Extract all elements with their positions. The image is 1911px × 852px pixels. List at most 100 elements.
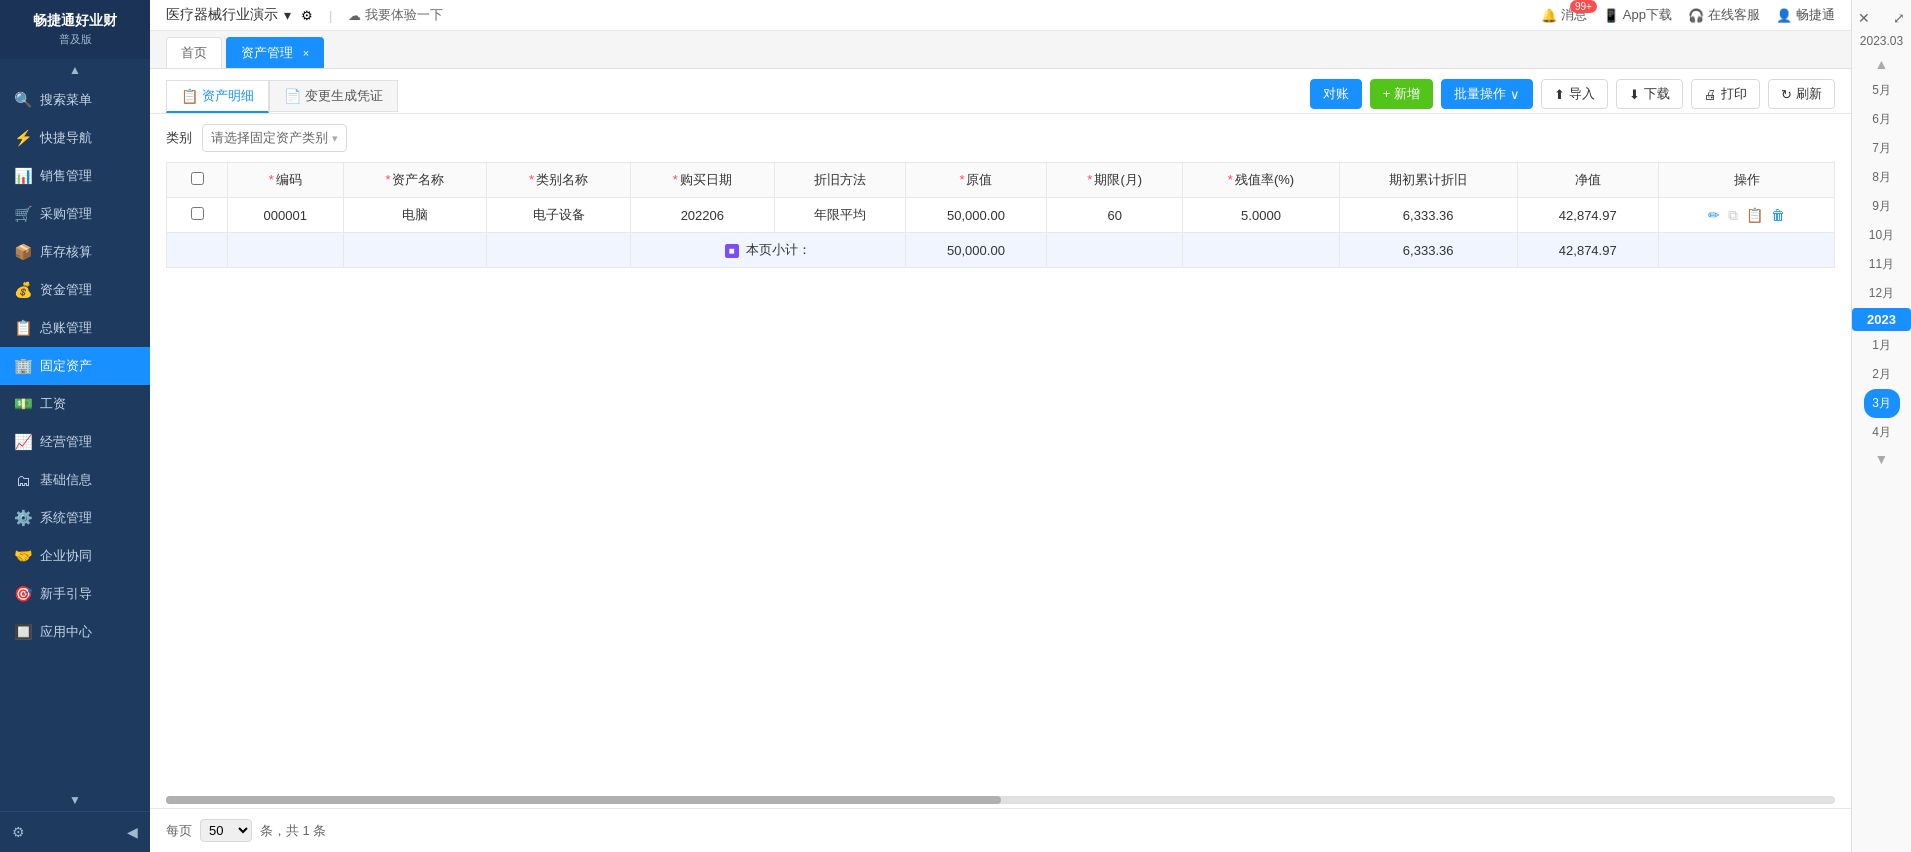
download-btn[interactable]: ⬇ 下载 <box>1616 79 1683 109</box>
import-icon: ⬆ <box>1554 87 1565 102</box>
sidebar-item-sales[interactable]: 📊 销售管理 <box>0 157 150 195</box>
row-select-checkbox[interactable] <box>191 207 204 220</box>
right-panel-expand-btn[interactable]: ⤢ <box>1893 10 1905 26</box>
month-item[interactable]: 4月 <box>1852 418 1911 447</box>
sidebar-item-label: 系统管理 <box>40 509 92 527</box>
sidebar-item-ledger[interactable]: 📋 总账管理 <box>0 309 150 347</box>
duplicate-icon[interactable]: 📋 <box>1746 207 1763 224</box>
row-period: 60 <box>1047 198 1183 233</box>
sidebar-item-purchase[interactable]: 🛒 采购管理 <box>0 195 150 233</box>
month-item[interactable]: 1月 <box>1852 331 1911 360</box>
month-item[interactable]: 12月 <box>1852 279 1911 308</box>
new-btn[interactable]: + 新增 <box>1370 79 1433 109</box>
topbar: 医疗器械行业演示 ▾ ⚙ | ☁ 我要体验一下 🔔 消息 99+ 📱 App下载… <box>150 0 1851 31</box>
sidebar-item-app-center[interactable]: 🔲 应用中心 <box>0 613 150 651</box>
notifications-btn[interactable]: 🔔 消息 99+ <box>1541 6 1587 24</box>
category-dropdown-icon: ▾ <box>332 132 338 145</box>
sidebar-item-enterprise[interactable]: 🤝 企业协同 <box>0 537 150 575</box>
settings-icon[interactable]: ⚙ <box>8 820 29 844</box>
sidebar-item-search[interactable]: 🔍 搜索菜单 <box>0 81 150 119</box>
funds-icon: 💰 <box>14 281 32 299</box>
sidebar-logo: 畅捷通好业财 普及版 <box>0 0 150 59</box>
tab-close-btn[interactable]: × <box>303 47 309 59</box>
total-label: 条，共 1 条 <box>260 822 326 840</box>
col-original-value: *原值 <box>905 163 1047 198</box>
sidebar-item-system[interactable]: ⚙️ 系统管理 <box>0 499 150 537</box>
scrollbar-thumb[interactable] <box>166 796 1001 804</box>
username-label: 畅捷通 <box>1796 6 1835 24</box>
delete-icon[interactable]: 🗑 <box>1771 207 1785 224</box>
app-center-icon: 🔲 <box>14 623 32 641</box>
refresh-icon: ↻ <box>1781 87 1792 102</box>
demo-link[interactable]: ☁ 我要体验一下 <box>348 6 443 24</box>
app-download-btn[interactable]: 📱 App下载 <box>1603 6 1672 24</box>
col-period-depreciation: 期初累计折旧 <box>1339 163 1517 198</box>
salary-icon: 💵 <box>14 395 32 413</box>
sidebar-item-operations[interactable]: 📈 经营管理 <box>0 423 150 461</box>
sidebar-item-salary[interactable]: 💵 工资 <box>0 385 150 423</box>
print-btn[interactable]: 🖨 打印 <box>1691 79 1760 109</box>
sidebar-item-guide[interactable]: 🎯 新手引导 <box>0 575 150 613</box>
print-label: 打印 <box>1721 85 1747 103</box>
month-item[interactable]: 5月 <box>1852 76 1911 105</box>
per-page-select[interactable]: 50 100 200 <box>200 819 252 842</box>
content-area: 📋 资产明细 📄 变更生成凭证 对账 + 新增 批量操作 ∨ ⬆ 导入 <box>150 69 1851 852</box>
sidebar-item-inventory[interactable]: 📦 库存核算 <box>0 233 150 271</box>
settings-gear-icon[interactable]: ⚙ <box>301 8 313 23</box>
col-depreciation-method: 折旧方法 <box>774 163 905 198</box>
sidebar-scroll-down[interactable]: ▼ <box>0 789 150 811</box>
month-scroll-down[interactable]: ▼ <box>1871 447 1893 471</box>
sub-tab-voucher-gen-label: 变更生成凭证 <box>305 87 383 105</box>
tab-home[interactable]: 首页 <box>166 37 222 68</box>
refresh-btn[interactable]: ↻ 刷新 <box>1768 79 1835 109</box>
category-select[interactable]: 请选择固定资产类别 ▾ <box>202 124 347 152</box>
sidebar-item-fixed-assets[interactable]: 🏢 固定资产 <box>0 347 150 385</box>
row-name: 电脑 <box>343 198 487 233</box>
sub-tab-asset-detail[interactable]: 📋 资产明细 <box>166 80 269 113</box>
row-residual-rate: 5.0000 <box>1183 198 1340 233</box>
company-selector[interactable]: 医疗器械行业演示 ▾ <box>166 6 291 24</box>
sidebar-item-basic-info[interactable]: 🗂 基础信息 <box>0 461 150 499</box>
sub-tab-voucher-gen[interactable]: 📄 变更生成凭证 <box>269 80 398 112</box>
table-body: 000001 电脑 电子设备 202206 年限平均 50,000.00 60 … <box>167 198 1835 268</box>
subtotal-icon: ■ <box>725 244 739 258</box>
system-icon: ⚙️ <box>14 509 32 527</box>
user-avatar-btn[interactable]: 👤 畅捷通 <box>1776 6 1835 24</box>
month-item[interactable]: 10月 <box>1852 221 1911 250</box>
month-scroll-up[interactable]: ▲ <box>1871 52 1893 76</box>
month-item[interactable]: 3月 <box>1864 389 1900 418</box>
month-item[interactable]: 2月 <box>1852 360 1911 389</box>
sidebar-item-funds[interactable]: 💰 资金管理 <box>0 271 150 309</box>
month-item[interactable]: 6月 <box>1852 105 1911 134</box>
copy-icon[interactable]: ⧉ <box>1728 207 1738 224</box>
topbar-right: 🔔 消息 99+ 📱 App下载 🎧 在线客服 👤 畅捷通 <box>1541 6 1835 24</box>
collapse-icon[interactable]: ◀ <box>123 820 142 844</box>
month-item[interactable]: 8月 <box>1852 163 1911 192</box>
sidebar-scroll-up[interactable]: ▲ <box>0 59 150 81</box>
year-marker[interactable]: 2023 <box>1852 308 1911 331</box>
horizontal-scrollbar[interactable] <box>150 792 1851 808</box>
sub-tabs: 📋 资产明细 📄 变更生成凭证 对账 + 新增 批量操作 ∨ ⬆ 导入 <box>150 69 1851 114</box>
cloud-icon: ☁ <box>348 8 361 23</box>
notification-badge: 99+ <box>1570 0 1597 13</box>
sidebar-item-label: 新手引导 <box>40 585 92 603</box>
sub-tab-asset-detail-label: 资产明细 <box>202 87 254 105</box>
edit-icon[interactable]: ✏ <box>1708 207 1720 224</box>
batch-btn[interactable]: 批量操作 ∨ <box>1441 79 1533 109</box>
row-code: 000001 <box>228 198 344 233</box>
tab-asset-mgmt[interactable]: 资产管理 × <box>226 37 324 68</box>
sidebar-item-quick-nav[interactable]: ⚡ 快捷导航 <box>0 119 150 157</box>
select-all-checkbox[interactable] <box>191 172 204 185</box>
online-service-label: 在线客服 <box>1708 6 1760 24</box>
month-item[interactable]: 9月 <box>1852 192 1911 221</box>
right-panel-close-btn[interactable]: ✕ <box>1858 10 1870 26</box>
month-item[interactable]: 11月 <box>1852 250 1911 279</box>
import-btn[interactable]: ⬆ 导入 <box>1541 79 1608 109</box>
online-service-btn[interactable]: 🎧 在线客服 <box>1688 6 1760 24</box>
pagination: 每页 50 100 200 条，共 1 条 <box>150 808 1851 852</box>
sidebar-item-label: 采购管理 <box>40 205 92 223</box>
month-item[interactable]: 7月 <box>1852 134 1911 163</box>
account-btn[interactable]: 对账 <box>1310 79 1362 109</box>
inventory-icon: 📦 <box>14 243 32 261</box>
row-checkbox[interactable] <box>167 198 228 233</box>
